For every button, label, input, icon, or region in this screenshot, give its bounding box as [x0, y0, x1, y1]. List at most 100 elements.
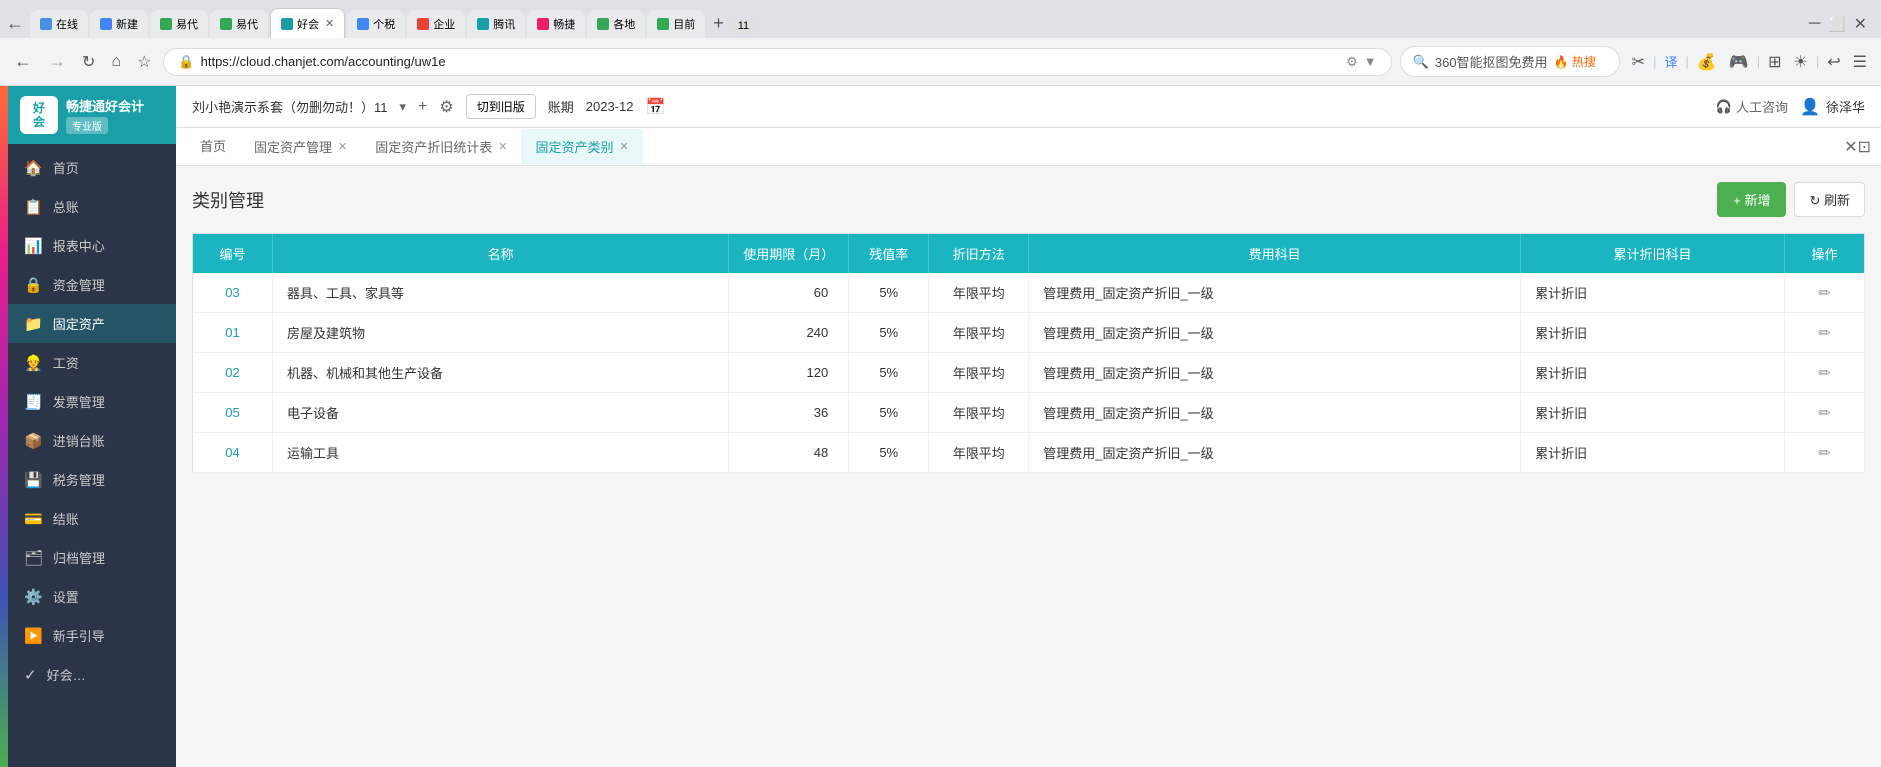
home-nav-label: 首页 — [53, 158, 79, 177]
home-nav-icon: 🏠 — [24, 159, 43, 177]
settings-header-icon[interactable]: ⚙ — [439, 97, 453, 117]
sidebar-item-purchase-sales[interactable]: 📦 进销台账 — [8, 421, 176, 460]
col-depreciation-subject: 累计折旧科目 — [1521, 234, 1785, 274]
browser-tab-4[interactable]: 易代 — [210, 10, 268, 38]
expand-tab-btn[interactable]: ⊡ — [1858, 137, 1871, 157]
menu-icon[interactable]: ☰ — [1849, 48, 1871, 76]
sidebar-item-invoice[interactable]: 🧾 发票管理 — [8, 382, 176, 421]
browser-tab-10[interactable]: 各地 — [587, 10, 645, 38]
tab-fixed-depreciation-close[interactable]: ✕ — [498, 140, 507, 153]
cell-expense: 管理费用_固定资产折旧_一级 — [1029, 433, 1521, 473]
left-accent-bar — [0, 86, 8, 767]
sidebar-item-home[interactable]: 🏠 首页 — [8, 148, 176, 187]
purchase-sales-nav-icon: 📦 — [24, 432, 43, 450]
browser-tab-8[interactable]: 腾讯 — [467, 10, 525, 38]
cell-name: 运输工具 — [273, 433, 729, 473]
new-tab-button[interactable]: + — [707, 13, 730, 38]
site-info-icon[interactable]: ⚙ — [1346, 54, 1358, 70]
browser-tab-1[interactable]: 在线 — [30, 10, 88, 38]
page-title: 类别管理 — [192, 187, 264, 213]
restore-icon[interactable]: ⬜ — [1828, 16, 1845, 33]
sidebar-item-reports[interactable]: 📊 报表中心 — [8, 226, 176, 265]
cut-icon[interactable]: ✂ — [1628, 48, 1649, 76]
tab-fixed-category[interactable]: 固定资产类别 ✕ — [521, 129, 642, 164]
switch-old-version-btn[interactable]: 切到旧版 — [466, 94, 536, 119]
cell-code: 05 — [193, 393, 273, 433]
home-button[interactable]: ⌂ — [107, 49, 125, 75]
forward-button[interactable]: → — [44, 47, 70, 76]
cell-code: 01 — [193, 313, 273, 353]
tab-close-5[interactable]: ✕ — [325, 17, 334, 30]
browser-tab-9[interactable]: 畅捷 — [527, 10, 585, 38]
tab-fixed-category-close[interactable]: ✕ — [620, 140, 629, 153]
settings-nav-icon: ⚙️ — [24, 588, 43, 606]
search-bar[interactable]: 🔍 360智能抠图免费用 🔥 热搜 — [1400, 46, 1620, 77]
browser-tab-7[interactable]: 企业 — [407, 10, 465, 38]
grid-icon[interactable]: ⊞ — [1764, 48, 1785, 76]
edit-icon[interactable]: ✏ — [1818, 325, 1831, 342]
browser-tab-5-active[interactable]: 好会 ✕ — [270, 8, 345, 38]
tab-fixed-mgmt-close[interactable]: ✕ — [338, 140, 347, 153]
table-row: 03 器具、工具、家具等 60 5% 年限平均 管理费用_固定资产折旧_一级 累… — [193, 273, 1865, 313]
close-all-tabs-btn[interactable]: ✕ — [1844, 137, 1857, 157]
edit-icon[interactable]: ✏ — [1818, 405, 1831, 422]
user-avatar-area[interactable]: 👤 徐泽华 — [1800, 97, 1865, 117]
tab-fixed-depreciation[interactable]: 固定资产折旧统计表 ✕ — [361, 129, 521, 164]
browser-tab-3[interactable]: 易代 — [150, 10, 208, 38]
add-company-icon[interactable]: + — [418, 98, 427, 116]
col-action: 操作 — [1785, 234, 1865, 274]
app-header: 刘小艳演示系套（勿删勿动！）11 ▾ + ⚙ 切到旧版 账期 2023-12 📅… — [176, 86, 1881, 128]
reload-button[interactable]: ↻ — [78, 48, 99, 76]
undo-icon[interactable]: ↩ — [1823, 48, 1844, 76]
edit-icon[interactable]: ✏ — [1818, 285, 1831, 302]
cell-method: 年限平均 — [929, 393, 1029, 433]
browser-tab-2[interactable]: 新建 — [90, 10, 148, 38]
page-tab-bar: 首页 固定资产管理 ✕ 固定资产折旧统计表 ✕ 固定资产类别 ✕ ✕ ⊡ — [176, 128, 1881, 166]
col-name: 名称 — [273, 234, 729, 274]
browser-tab-6[interactable]: 个税 — [347, 10, 405, 38]
dropdown-expand-icon[interactable]: ▼ — [1364, 54, 1377, 69]
calendar-icon[interactable]: 📅 — [645, 97, 665, 117]
refresh-btn[interactable]: ↻ 刷新 — [1794, 182, 1865, 217]
cell-expense: 管理费用_固定资产折旧_一级 — [1029, 313, 1521, 353]
browser-tab-11[interactable]: 目前 — [647, 10, 705, 38]
add-category-btn[interactable]: + 新增 — [1717, 182, 1786, 217]
sidebar-item-salary[interactable]: 👷 工资 — [8, 343, 176, 382]
sidebar: 好会 畅捷通好会计 专业版 🏠 首页 📋 总账 📊 报表中心 🔒 资金管理 — [8, 86, 176, 767]
address-bar[interactable]: 🔒 https://cloud.chanjet.com/accounting/u… — [163, 48, 1391, 76]
invoice-nav-label: 发票管理 — [53, 392, 105, 411]
back-button[interactable]: ← — [10, 47, 36, 76]
sidebar-item-archive[interactable]: 🗂 归档管理 — [8, 538, 176, 577]
cell-residual: 5% — [849, 313, 929, 353]
close-window-icon[interactable]: ✕ — [1854, 14, 1867, 34]
tab-home[interactable]: 首页 — [186, 128, 240, 165]
cell-depreciation: 累计折旧 — [1521, 393, 1785, 433]
fixed-assets-nav-icon: 📁 — [24, 315, 43, 333]
sidebar-item-ledger[interactable]: 📋 总账 — [8, 187, 176, 226]
sidebar-item-help[interactable]: ✓ 好会… — [8, 655, 176, 694]
cell-action: ✏ — [1785, 273, 1865, 313]
cell-name: 电子设备 — [273, 393, 729, 433]
cell-name: 房屋及建筑物 — [273, 313, 729, 353]
minimize-icon[interactable]: ─ — [1809, 15, 1820, 33]
brightness-icon[interactable]: ☀ — [1790, 48, 1812, 76]
edit-icon[interactable]: ✏ — [1818, 365, 1831, 382]
back-icon[interactable]: ← — [6, 13, 24, 34]
sidebar-item-tax[interactable]: 💾 税务管理 — [8, 460, 176, 499]
service-btn[interactable]: 🎧 人工咨询 — [1716, 97, 1788, 116]
sidebar-item-guide[interactable]: ▶️ 新手引导 — [8, 616, 176, 655]
sidebar-item-fixed-assets[interactable]: 📁 固定资产 — [8, 304, 176, 343]
dropdown-arrow-icon[interactable]: ▾ — [400, 99, 407, 115]
browser-toolbar: ← → ↻ ⌂ ☆ 🔒 https://cloud.chanjet.com/ac… — [0, 38, 1881, 86]
game-icon[interactable]: 🎮 — [1725, 48, 1753, 76]
cell-name: 机器、机械和其他生产设备 — [273, 353, 729, 393]
wallet-icon[interactable]: 💰 — [1693, 48, 1721, 76]
edit-icon[interactable]: ✏ — [1818, 445, 1831, 462]
checkout-nav-label: 结账 — [53, 509, 79, 528]
sidebar-item-settings[interactable]: ⚙️ 设置 — [8, 577, 176, 616]
tab-fixed-mgmt[interactable]: 固定资产管理 ✕ — [240, 129, 361, 164]
sidebar-item-checkout[interactable]: 💳 结账 — [8, 499, 176, 538]
translate-btn[interactable]: 译 — [1660, 48, 1681, 75]
bookmark-star[interactable]: ☆ — [133, 48, 155, 76]
sidebar-item-funds[interactable]: 🔒 资金管理 — [8, 265, 176, 304]
